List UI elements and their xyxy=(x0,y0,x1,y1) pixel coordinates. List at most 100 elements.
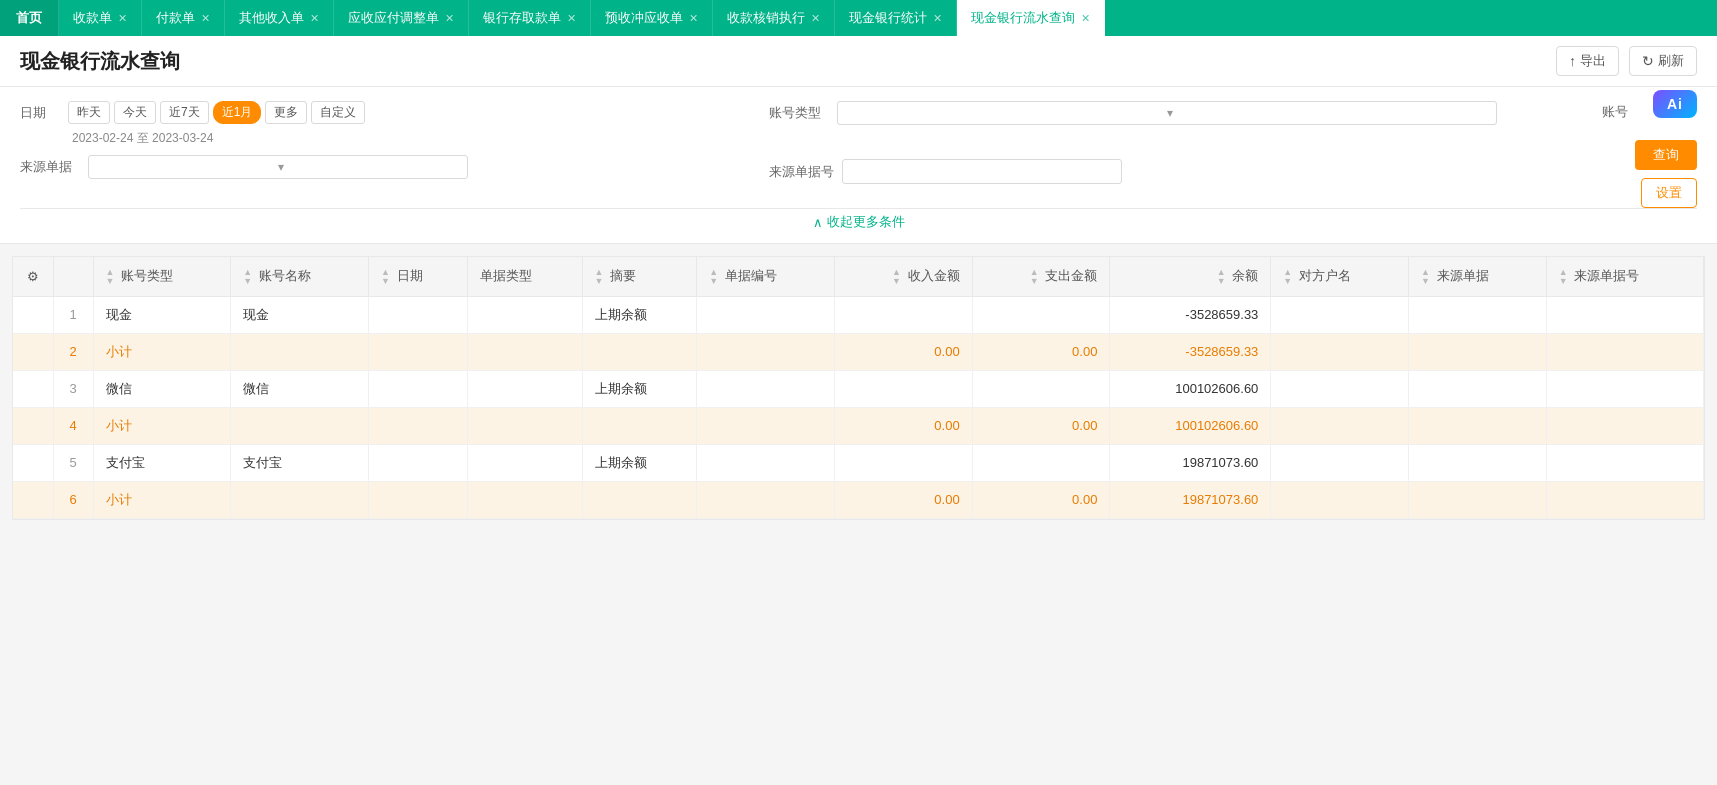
table-cell xyxy=(1409,481,1547,518)
close-icon[interactable]: ✕ xyxy=(445,12,454,25)
nav-tab-cash-bank-stat[interactable]: 现金银行统计 ✕ xyxy=(835,0,957,36)
sort-arrows-icon: ▲▼ xyxy=(243,268,252,286)
collapse-label: 收起更多条件 xyxy=(827,213,905,231)
close-icon[interactable]: ✕ xyxy=(1081,12,1090,25)
close-icon[interactable]: ✕ xyxy=(933,12,942,25)
table-cell: 0.00 xyxy=(972,333,1110,370)
close-icon[interactable]: ✕ xyxy=(811,12,820,25)
close-icon[interactable]: ✕ xyxy=(310,12,319,25)
table-cell: 6 xyxy=(53,481,93,518)
th-date[interactable]: ▲▼ 日期 xyxy=(368,257,467,296)
table-cell xyxy=(697,370,835,407)
th-summary[interactable]: ▲▼ 摘要 xyxy=(582,257,697,296)
sort-arrows-icon: ▲▼ xyxy=(381,268,390,286)
th-gear[interactable]: ⚙ xyxy=(13,257,53,296)
th-account-type[interactable]: ▲▼ 账号类型 xyxy=(93,257,231,296)
table-cell xyxy=(697,333,835,370)
table-cell xyxy=(1409,370,1547,407)
th-expense[interactable]: ▲▼ 支出金额 xyxy=(972,257,1110,296)
close-icon[interactable]: ✕ xyxy=(118,12,127,25)
top-nav: 首页 收款单 ✕ 付款单 ✕ 其他收入单 ✕ 应收应付调整单 ✕ 银行存取款单 … xyxy=(0,0,1717,36)
close-icon[interactable]: ✕ xyxy=(201,12,210,25)
th-counterparty[interactable]: ▲▼ 对方户名 xyxy=(1271,257,1409,296)
table-cell xyxy=(1546,370,1703,407)
date-btn-last1m[interactable]: 近1月 xyxy=(213,101,262,124)
nav-tab-other-income[interactable]: 其他收入单 ✕ xyxy=(225,0,334,36)
table-header-row: ⚙ ▲▼ 账号类型 ▲▼ 账号名称 ▲▼ 日期 单据类型 xyxy=(13,257,1704,296)
page-title: 现金银行流水查询 xyxy=(20,48,180,75)
account-type-select[interactable]: ▾ xyxy=(837,101,1498,125)
date-btn-today[interactable]: 今天 xyxy=(114,101,156,124)
table-cell: 现金 xyxy=(93,296,231,333)
th-account-name[interactable]: ▲▼ 账号名称 xyxy=(231,257,369,296)
table-cell xyxy=(1271,333,1409,370)
table-cell: 0.00 xyxy=(972,481,1110,518)
date-btn-more[interactable]: 更多 xyxy=(265,101,307,124)
collapse-btn[interactable]: ∧ 收起更多条件 xyxy=(813,213,905,231)
nav-tab-receipt[interactable]: 收款单 ✕ xyxy=(59,0,142,36)
table-cell: 小计 xyxy=(93,333,231,370)
export-button[interactable]: ↑ 导出 xyxy=(1556,46,1619,76)
table-cell: 上期余额 xyxy=(582,296,697,333)
refresh-icon: ↻ xyxy=(1642,53,1654,69)
nav-home[interactable]: 首页 xyxy=(0,0,59,36)
collapse-bar: ∧ 收起更多条件 xyxy=(20,208,1697,235)
table-row: 2小计0.000.00-3528659.33 xyxy=(13,333,1704,370)
nav-tab-cash-bank-flow[interactable]: 现金银行流水查询 ✕ xyxy=(957,0,1105,36)
table-cell: -3528659.33 xyxy=(1110,333,1271,370)
table-cell xyxy=(582,407,697,444)
th-doc-type: 单据类型 xyxy=(468,257,583,296)
nav-tab-write-off[interactable]: 收款核销执行 ✕ xyxy=(713,0,835,36)
table-cell xyxy=(231,407,369,444)
nav-tab-bank-deposit[interactable]: 银行存取款单 ✕ xyxy=(469,0,591,36)
table-cell xyxy=(468,444,583,481)
filter-date-row: 日期 昨天 今天 近7天 近1月 更多 自定义 xyxy=(20,101,749,124)
date-btn-custom[interactable]: 自定义 xyxy=(311,101,365,124)
nav-tab-adjustment[interactable]: 应收应付调整单 ✕ xyxy=(334,0,469,36)
table-cell xyxy=(13,333,53,370)
table-cell: 100102606.60 xyxy=(1110,407,1271,444)
table-row: 3微信微信上期余额100102606.60 xyxy=(13,370,1704,407)
source-doc-no-label: 来源单据号 xyxy=(769,163,834,181)
table-cell: 支付宝 xyxy=(231,444,369,481)
table-cell: 1 xyxy=(53,296,93,333)
table-cell xyxy=(582,481,697,518)
source-doc-select[interactable]: ▾ xyxy=(88,155,468,179)
close-icon[interactable]: ✕ xyxy=(689,12,698,25)
table-cell xyxy=(468,296,583,333)
close-icon[interactable]: ✕ xyxy=(567,12,576,25)
filter-source-doc-no-row: 来源单据号 xyxy=(769,159,1498,184)
date-btn-yesterday[interactable]: 昨天 xyxy=(68,101,110,124)
th-balance[interactable]: ▲▼ 余额 xyxy=(1110,257,1271,296)
table-cell xyxy=(368,333,467,370)
table-row: 1现金现金上期余额-3528659.33 xyxy=(13,296,1704,333)
page-header: 现金银行流水查询 ↑ 导出 ↻ 刷新 xyxy=(0,36,1717,87)
table-cell: 2 xyxy=(53,333,93,370)
nav-tab-advance-offset[interactable]: 预收冲应收单 ✕ xyxy=(591,0,713,36)
table-cell xyxy=(697,481,835,518)
table-cell xyxy=(697,407,835,444)
table-cell xyxy=(1409,296,1547,333)
source-doc-no-input[interactable] xyxy=(842,159,1122,184)
th-doc-no[interactable]: ▲▼ 单据编号 xyxy=(697,257,835,296)
table-cell: 微信 xyxy=(93,370,231,407)
ai-badge[interactable]: Ai xyxy=(1653,90,1697,118)
refresh-button[interactable]: ↻ 刷新 xyxy=(1629,46,1697,76)
chevron-up-icon: ∧ xyxy=(813,215,823,230)
table-cell xyxy=(834,444,972,481)
th-source-doc[interactable]: ▲▼ 来源单据 xyxy=(1409,257,1547,296)
sort-arrows-icon: ▲▼ xyxy=(1283,268,1292,286)
th-source-doc-no[interactable]: ▲▼ 来源单据号 xyxy=(1546,257,1703,296)
filter-source-doc-row: 来源单据 ▾ xyxy=(20,155,749,179)
filter-area: 日期 昨天 今天 近7天 近1月 更多 自定义 2023-02-24 至 202… xyxy=(0,87,1717,244)
nav-tab-payment[interactable]: 付款单 ✕ xyxy=(142,0,225,36)
table-cell xyxy=(368,444,467,481)
date-btn-last7[interactable]: 近7天 xyxy=(160,101,209,124)
table-cell xyxy=(1271,370,1409,407)
setting-button[interactable]: 设置 xyxy=(1641,178,1697,208)
table-cell: 3 xyxy=(53,370,93,407)
query-button[interactable]: 查询 xyxy=(1635,140,1697,170)
table-cell xyxy=(1409,333,1547,370)
th-income[interactable]: ▲▼ 收入金额 xyxy=(834,257,972,296)
table-cell xyxy=(1271,407,1409,444)
